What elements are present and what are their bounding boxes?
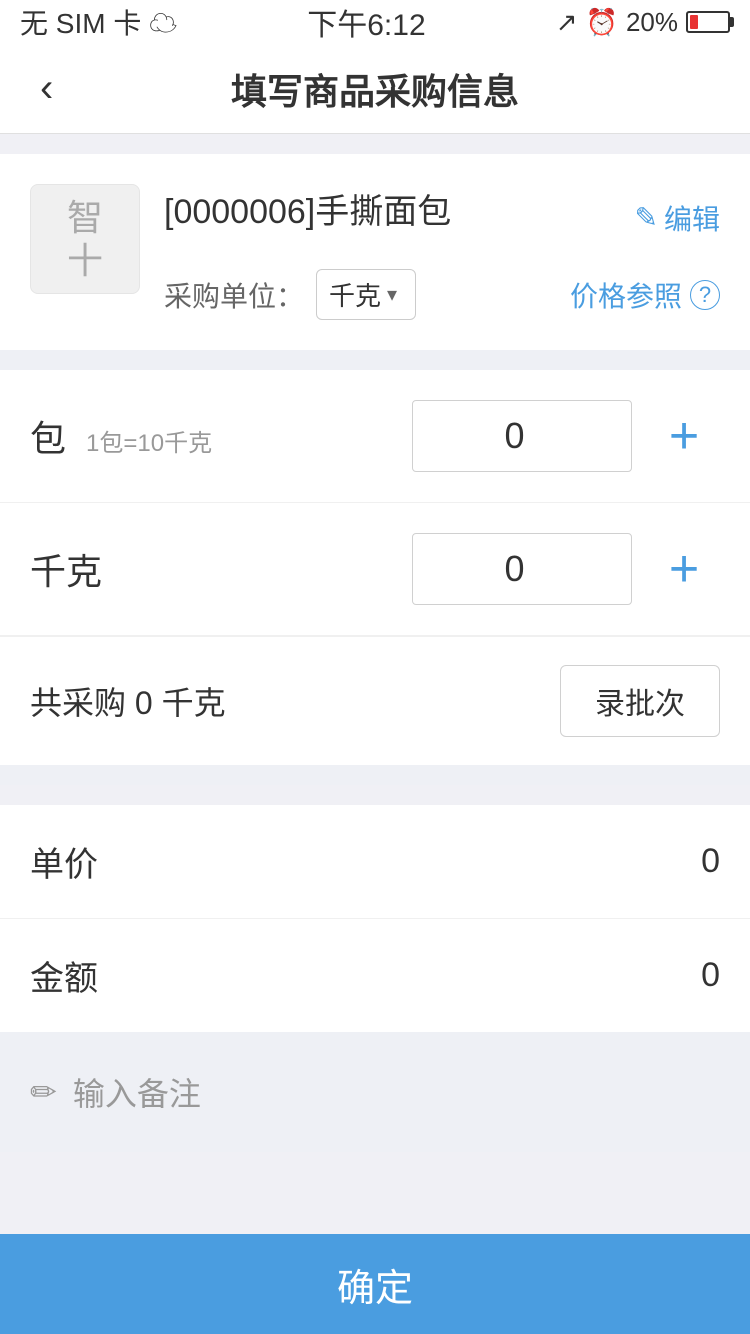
price-ref-label: 价格参照 (570, 275, 682, 315)
battery-percent: 20% (626, 7, 678, 38)
dropdown-arrow: ▾ (387, 282, 397, 307)
status-time: 下午6:12 (307, 0, 425, 44)
unit-dropdown[interactable]: 千克 ▾ (316, 269, 416, 320)
status-left: 无 SIM 卡 ☁ (20, 2, 177, 42)
amount-value: 0 (701, 956, 720, 995)
edit-label: 编辑 (664, 198, 720, 238)
amount-row: 金额 0 (0, 919, 750, 1032)
price-section: 单价 0 金额 0 (0, 805, 750, 1032)
price-reference-button[interactable]: 价格参照 ? (570, 275, 720, 315)
quantity-section: 包 1包=10千克 + 千克 + 共采购 0 千克 录批次 (0, 370, 750, 765)
battery-icon (686, 11, 730, 33)
footer[interactable]: 确定 (0, 1234, 750, 1334)
product-name: [0000006]手撕面包 (164, 184, 451, 233)
edit-button[interactable]: ✎ 编辑 (635, 198, 720, 238)
product-card: 智 十 [0000006]手撕面包 ✎ 编辑 采购单位： 千克 ▾ 价格参照 (0, 154, 750, 350)
status-right: ↗ ⏰ 20% (556, 7, 730, 38)
amount-label: 金额 (30, 951, 98, 1000)
quantity-plus-package[interactable]: + (648, 400, 720, 472)
location-icon: ↗ (556, 7, 578, 38)
separator-2 (0, 765, 750, 785)
separator-1 (0, 350, 750, 370)
total-text: 共采购 0 千克 (30, 678, 226, 724)
purchase-unit-label: 采购单位： (164, 275, 304, 315)
quantity-label-kg: 千克 (30, 543, 150, 595)
price-ref-help-icon: ? (690, 280, 720, 310)
page-title: 填写商品采购信息 (231, 63, 519, 115)
unit-value: 千克 (329, 276, 381, 313)
back-button[interactable]: ‹ (30, 56, 63, 121)
remark-icon: ✏ (30, 1073, 57, 1111)
remark-section[interactable]: ✏ 输入备注 (0, 1032, 750, 1152)
unit-price-label: 单价 (30, 837, 98, 886)
confirm-button[interactable]: 确定 (337, 1257, 413, 1312)
product-image: 智 十 (30, 184, 140, 294)
quantity-label-package: 包 1包=10千克 (30, 410, 212, 462)
quantity-row-package: 包 1包=10千克 + (0, 370, 750, 503)
unit-price-value: 0 (701, 842, 720, 881)
quantity-plus-kg[interactable]: + (648, 533, 720, 605)
unit-price-row: 单价 0 (0, 805, 750, 919)
purchase-unit: 采购单位： 千克 ▾ (164, 269, 416, 320)
edit-icon: ✎ (635, 201, 658, 234)
record-batch-button[interactable]: 录批次 (560, 665, 720, 737)
quantity-row-kg: 千克 + (0, 503, 750, 636)
quantity-sub-label: 1包=10千克 (86, 430, 212, 457)
quantity-input-wrap-package: + (212, 400, 720, 472)
alarm-icon: ⏰ (586, 7, 618, 38)
sim-status: 无 SIM 卡 ☁ (20, 2, 177, 42)
nav-bar: ‹ 填写商品采购信息 (0, 44, 750, 134)
logo-bottom: 十 (67, 239, 103, 282)
battery-fill (690, 15, 698, 29)
total-row: 共采购 0 千克 录批次 (0, 636, 750, 765)
quantity-input-wrap-kg: + (150, 533, 720, 605)
logo-top: 智 (67, 196, 103, 239)
remark-placeholder: 输入备注 (73, 1069, 201, 1115)
product-meta: 采购单位： 千克 ▾ 价格参照 ? (164, 269, 720, 320)
quantity-input-package[interactable] (412, 400, 632, 472)
quantity-input-kg[interactable] (412, 533, 632, 605)
product-info: [0000006]手撕面包 ✎ 编辑 采购单位： 千克 ▾ 价格参照 ? (164, 184, 720, 320)
status-bar: 无 SIM 卡 ☁ 下午6:12 ↗ ⏰ 20% (0, 0, 750, 44)
